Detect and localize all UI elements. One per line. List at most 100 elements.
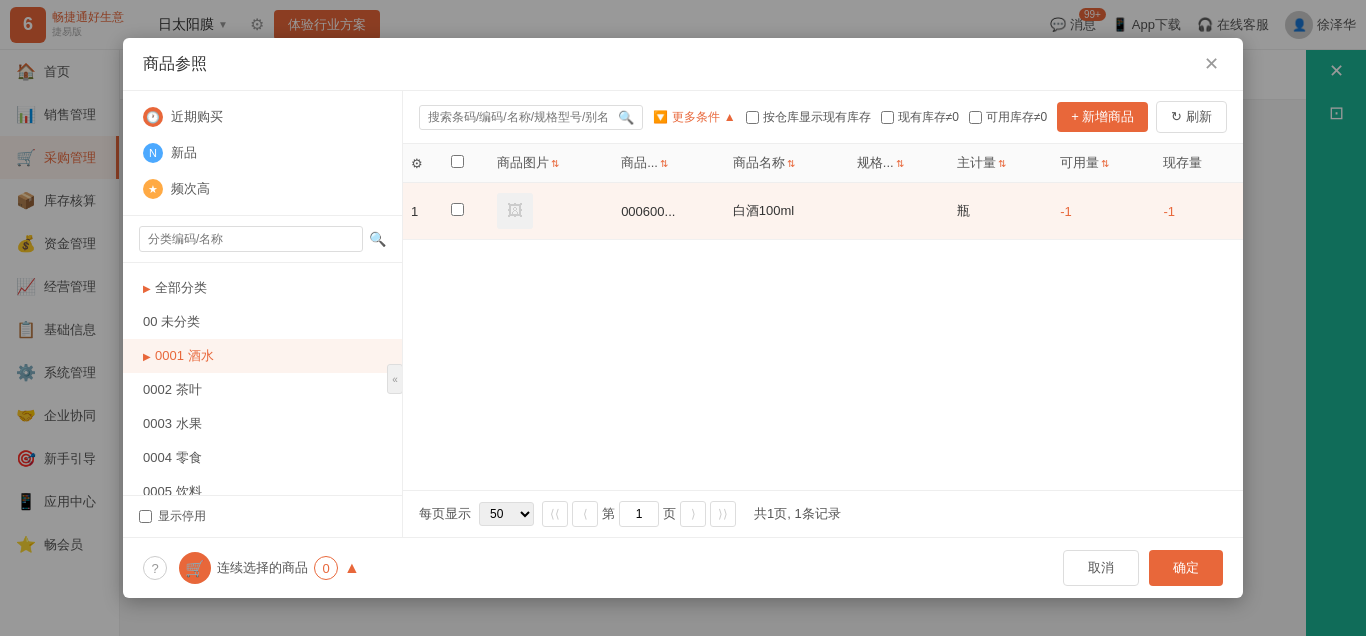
modal-title: 商品参照	[143, 54, 207, 75]
per-page-select[interactable]: 50 100	[479, 502, 534, 526]
search-icon: 🔍	[618, 110, 634, 125]
stock-nonzero-checkbox[interactable]	[881, 111, 894, 124]
product-thumbnail: 🖼	[497, 193, 533, 229]
quick-tab-new[interactable]: N 新品	[123, 135, 402, 171]
cart-icon[interactable]: 🛒	[179, 552, 211, 584]
footer-right: 取消 确定	[1063, 550, 1223, 586]
collapse-cart-icon[interactable]: ▲	[344, 559, 360, 577]
sort-icon: ⇅	[660, 158, 668, 169]
chevron-up-icon: ▲	[724, 110, 736, 124]
category-item-drinks[interactable]: 0005 饮料	[123, 475, 402, 495]
category-item-fruit[interactable]: 0003 水果	[123, 407, 402, 441]
sort-icon: ⇅	[896, 158, 904, 169]
settings-icon[interactable]: ⚙	[411, 156, 423, 171]
image-icon: 🖼	[507, 202, 523, 220]
table-settings-th: ⚙	[403, 144, 443, 183]
warehouse-stock-checkbox-label[interactable]: 按仓库显示现有库存	[746, 109, 871, 126]
more-filters-button[interactable]: 🔽 更多条件 ▲	[653, 109, 736, 126]
th-unit: 主计量⇅	[949, 144, 1052, 183]
modal-body: 🕐 近期购买 N 新品 ★ 频次高 🔍	[123, 91, 1243, 537]
available-nonzero-checkbox-label[interactable]: 可用库存≠0	[969, 109, 1047, 126]
category-item-all[interactable]: ▶ 全部分类	[123, 271, 402, 305]
category-item-snacks[interactable]: 0004 零食	[123, 441, 402, 475]
th-checkbox	[443, 144, 489, 183]
toolbar-right: + 新增商品 ↻ 刷新	[1057, 101, 1227, 133]
table-row[interactable]: 1 🖼 000600... 白酒100ml	[403, 183, 1243, 240]
modal-close-button[interactable]: ✕	[1199, 52, 1223, 76]
page-nav: ⟨⟨ ⟨ 第 页 ⟩ ⟩⟩	[542, 501, 736, 527]
category-item-tea[interactable]: 0002 茶叶	[123, 373, 402, 407]
stock-nonzero-checkbox-label[interactable]: 现有库存≠0	[881, 109, 959, 126]
collapse-panel-button[interactable]: «	[387, 364, 402, 394]
pagination-area: 每页显示 50 100 ⟨⟨ ⟨ 第 页 ⟩ ⟩⟩ 共1页, 1条记录	[403, 490, 1243, 537]
td-code: 000600...	[613, 183, 725, 240]
sort-icon: ⇅	[787, 158, 795, 169]
td-spec	[849, 183, 949, 240]
first-page-button[interactable]: ⟨⟨	[542, 501, 568, 527]
th-stock: 现存量	[1155, 144, 1243, 183]
td-stock: -1	[1155, 183, 1243, 240]
last-page-button[interactable]: ⟩⟩	[710, 501, 736, 527]
page-suffix: 页	[663, 505, 676, 523]
category-search-input[interactable]	[139, 226, 363, 252]
chevron-right-icon: ▶	[143, 283, 151, 294]
quick-tabs: 🕐 近期购买 N 新品 ★ 频次高	[123, 91, 402, 216]
prev-page-button[interactable]: ⟨	[572, 501, 598, 527]
category-item-liquor[interactable]: ▶ 0001 酒水	[123, 339, 402, 373]
warehouse-stock-checkbox[interactable]	[746, 111, 759, 124]
refresh-button[interactable]: ↻ 刷新	[1156, 101, 1227, 133]
sort-icon: ⇅	[551, 158, 559, 169]
add-product-button[interactable]: + 新增商品	[1057, 102, 1148, 132]
page-input[interactable]	[619, 501, 659, 527]
category-search-area: 🔍	[123, 216, 402, 263]
freq-icon: ★	[143, 179, 163, 199]
product-search-input[interactable]	[428, 110, 614, 124]
td-available: -1	[1052, 183, 1155, 240]
show-disabled-label: 显示停用	[158, 508, 206, 525]
help-icon[interactable]: ?	[143, 556, 167, 580]
modal-toolbar: 🔍 🔽 更多条件 ▲ 按仓库显示现有库存 现有库存≠0	[403, 91, 1243, 144]
th-name: 商品名称⇅	[725, 144, 849, 183]
td-name: 白酒100ml	[725, 183, 849, 240]
category-list-container: ▶ 全部分类 00 未分类 ▶ 0001 酒水 0002 茶叶	[123, 263, 402, 495]
category-list: ▶ 全部分类 00 未分类 ▶ 0001 酒水 0002 茶叶	[123, 263, 402, 495]
product-search-bar: 🔍	[419, 105, 643, 130]
next-page-button[interactable]: ⟩	[680, 501, 706, 527]
th-code: 商品...⇅	[613, 144, 725, 183]
td-image: 🖼	[489, 183, 613, 240]
select-all-checkbox[interactable]	[451, 155, 464, 168]
product-table: ⚙ 商品图片⇅ 商品...⇅	[403, 144, 1243, 240]
th-image: 商品图片⇅	[489, 144, 613, 183]
quick-tab-freq[interactable]: ★ 频次高	[123, 171, 402, 207]
product-table-area: ⚙ 商品图片⇅ 商品...⇅	[403, 144, 1243, 490]
category-search-button[interactable]: 🔍	[369, 231, 386, 247]
cart-label: 连续选择的商品	[217, 559, 308, 577]
modal-overlay: 商品参照 ✕ 🕐 近期购买 N 新品 ★	[0, 0, 1366, 636]
th-spec: 规格...⇅	[849, 144, 949, 183]
category-item-uncategorized[interactable]: 00 未分类	[123, 305, 402, 339]
new-icon: N	[143, 143, 163, 163]
modal-left-footer: 显示停用	[123, 495, 402, 537]
td-checkbox	[443, 183, 489, 240]
filter-icon: 🔽	[653, 110, 668, 124]
confirm-button[interactable]: 确定	[1149, 550, 1223, 586]
available-nonzero-checkbox[interactable]	[969, 111, 982, 124]
chevron-right-icon: ▶	[143, 351, 151, 362]
modal-header: 商品参照 ✕	[123, 38, 1243, 91]
product-reference-modal: 商品参照 ✕ 🕐 近期购买 N 新品 ★	[123, 38, 1243, 598]
td-unit: 瓶	[949, 183, 1052, 240]
cart-count: 0	[314, 556, 338, 580]
modal-left-panel: 🕐 近期购买 N 新品 ★ 频次高 🔍	[123, 91, 403, 537]
cancel-button[interactable]: 取消	[1063, 550, 1139, 586]
sort-icon: ⇅	[1101, 158, 1109, 169]
quick-tab-recent[interactable]: 🕐 近期购买	[123, 99, 402, 135]
sort-icon: ⇅	[998, 158, 1006, 169]
modal-footer: ? 🛒 连续选择的商品 0 ▲ 取消 确定	[123, 537, 1243, 598]
th-available: 可用量⇅	[1052, 144, 1155, 183]
per-page-label: 每页显示	[419, 505, 471, 523]
row-checkbox[interactable]	[451, 203, 464, 216]
show-disabled-checkbox[interactable]	[139, 510, 152, 523]
modal-right-panel: 🔍 🔽 更多条件 ▲ 按仓库显示现有库存 现有库存≠0	[403, 91, 1243, 537]
page-text: 第	[602, 505, 615, 523]
cart-area: 🛒 连续选择的商品 0 ▲	[179, 552, 360, 584]
